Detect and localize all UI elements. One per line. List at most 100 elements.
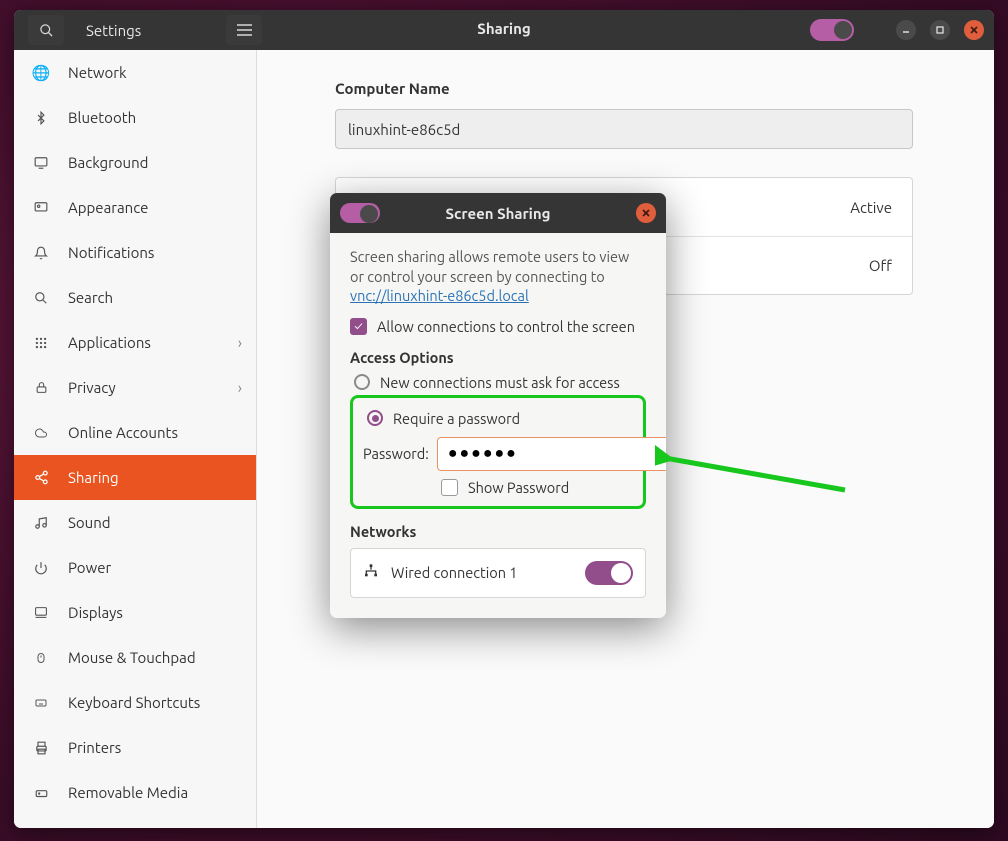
displays-icon [32, 606, 50, 619]
allow-control-row: ✓ Allow connections to control the scree… [350, 318, 646, 335]
sidebar-item-label: Network [68, 64, 127, 81]
option-require-password-radio[interactable] [367, 410, 383, 426]
sidebar-item-label: Power [68, 559, 111, 576]
dialog-title: Screen Sharing [446, 205, 551, 222]
screen-sharing-status: Active [850, 199, 892, 216]
sidebar-item-label: Keyboard Shortcuts [68, 694, 200, 711]
lock-icon [32, 380, 50, 395]
sidebar-item-background[interactable]: Background [14, 140, 256, 185]
chevron-right-icon: › [238, 334, 242, 351]
allow-control-checkbox[interactable]: ✓ [350, 318, 367, 335]
sidebar-item-label: Applications [68, 334, 151, 351]
bluetooth-icon [32, 110, 50, 126]
power-icon [32, 561, 50, 575]
show-password-checkbox[interactable] [441, 479, 458, 496]
network-enable-toggle[interactable] [585, 561, 633, 585]
dialog-titlebar: Screen Sharing [330, 193, 666, 233]
screen-sharing-dialog: Screen Sharing Screen sharing allows rem… [330, 193, 666, 618]
keyboard-icon [32, 697, 50, 709]
network-card: Wired connection 1 [350, 548, 646, 598]
dialog-master-toggle[interactable] [340, 203, 380, 223]
option-require-password-row: Require a password [363, 410, 633, 427]
sidebar-item-label: Displays [68, 604, 123, 621]
computer-name-label: Computer Name [335, 80, 916, 97]
titlebar: Settings Sharing [14, 10, 994, 50]
window-controls [896, 20, 984, 40]
option-ask-access-radio[interactable] [354, 374, 370, 390]
printer-icon [32, 741, 50, 755]
sidebar-item-label: Removable Media [68, 784, 188, 801]
computer-name-value: linuxhint-e86c5d [348, 121, 460, 138]
share-icon [32, 470, 50, 485]
sidebar-item-label: Search [68, 289, 113, 306]
sidebar-item-bluetooth[interactable]: Bluetooth [14, 95, 256, 140]
drive-icon [32, 786, 50, 800]
globe-icon: 🌐 [32, 64, 50, 82]
hamburger-menu-button[interactable] [226, 15, 262, 45]
sidebar-item-appearance[interactable]: Appearance [14, 185, 256, 230]
show-password-row: Show Password [441, 479, 633, 496]
dialog-body: Screen sharing allows remote users to vi… [330, 233, 666, 618]
sidebar-item-network[interactable]: 🌐 Network [14, 50, 256, 95]
sidebar-item-power[interactable]: Power [14, 545, 256, 590]
sidebar-item-printers[interactable]: Printers [14, 725, 256, 770]
option-ask-access-label: New connections must ask for access [380, 374, 620, 391]
search-button[interactable] [28, 15, 64, 45]
password-row: Password: [363, 437, 633, 471]
search-icon [32, 291, 50, 305]
sidebar-item-label: Printers [68, 739, 121, 756]
sidebar-item-label: Online Accounts [68, 424, 178, 441]
ethernet-icon [363, 563, 379, 582]
close-button[interactable] [964, 20, 984, 40]
page-title: Sharing [477, 20, 530, 37]
sidebar-item-notifications[interactable]: Notifications [14, 230, 256, 275]
dialog-description-text: Screen sharing allows remote users to vi… [350, 248, 629, 285]
minimize-button[interactable] [896, 20, 916, 40]
app-title: Settings [86, 22, 141, 39]
network-name: Wired connection 1 [391, 564, 517, 581]
cloud-icon [32, 427, 50, 439]
sidebar-item-label: Privacy [68, 379, 116, 396]
sidebar-item-privacy[interactable]: Privacy › [14, 365, 256, 410]
sidebar-item-displays[interactable]: Displays [14, 590, 256, 635]
sidebar-item-label: Background [68, 154, 148, 171]
option-require-password-label: Require a password [393, 410, 520, 427]
bell-icon [32, 245, 50, 261]
chevron-right-icon: › [238, 379, 242, 396]
dialog-close-button[interactable] [636, 203, 656, 223]
sidebar-item-mouse[interactable]: Mouse & Touchpad [14, 635, 256, 680]
mouse-icon [32, 650, 50, 666]
annotation-highlight: Require a password Password: Show Passwo… [350, 395, 646, 509]
sidebar-item-label: Appearance [68, 199, 148, 216]
sidebar-item-applications[interactable]: Applications › [14, 320, 256, 365]
sidebar-item-sound[interactable]: Sound [14, 500, 256, 545]
access-options-heading: Access Options [350, 349, 646, 366]
sidebar-item-label: Notifications [68, 244, 154, 261]
sidebar-item-label: Sharing [68, 469, 119, 486]
display-icon [32, 156, 50, 170]
allow-control-label: Allow connections to control the screen [377, 318, 635, 335]
show-password-label: Show Password [468, 479, 569, 496]
password-input[interactable] [437, 437, 666, 471]
sidebar-item-keyboard[interactable]: Keyboard Shortcuts [14, 680, 256, 725]
sidebar-item-label: Bluetooth [68, 109, 136, 126]
networks-heading: Networks [350, 523, 646, 540]
sidebar-item-removable-media[interactable]: Removable Media [14, 770, 256, 815]
sharing-master-toggle[interactable] [810, 19, 854, 41]
vnc-url-link[interactable]: vnc://linuxhint-e86c5d.local [350, 287, 529, 304]
sidebar-item-online-accounts[interactable]: Online Accounts [14, 410, 256, 455]
appearance-icon [32, 201, 50, 215]
dialog-description: Screen sharing allows remote users to vi… [350, 247, 646, 306]
sidebar-item-sharing[interactable]: Sharing [14, 455, 256, 500]
grid-icon [32, 336, 50, 350]
option-ask-access-row: New connections must ask for access [350, 374, 646, 391]
computer-name-field[interactable]: linuxhint-e86c5d [335, 109, 913, 149]
music-icon [32, 516, 50, 530]
maximize-button[interactable] [930, 20, 950, 40]
password-label: Password: [363, 445, 429, 462]
sidebar-item-search[interactable]: Search [14, 275, 256, 320]
remote-login-status: Off [869, 257, 892, 274]
sidebar-item-label: Sound [68, 514, 111, 531]
sidebar-item-label: Mouse & Touchpad [68, 649, 196, 666]
sidebar: 🌐 Network Bluetooth Background Appearance… [14, 50, 257, 828]
